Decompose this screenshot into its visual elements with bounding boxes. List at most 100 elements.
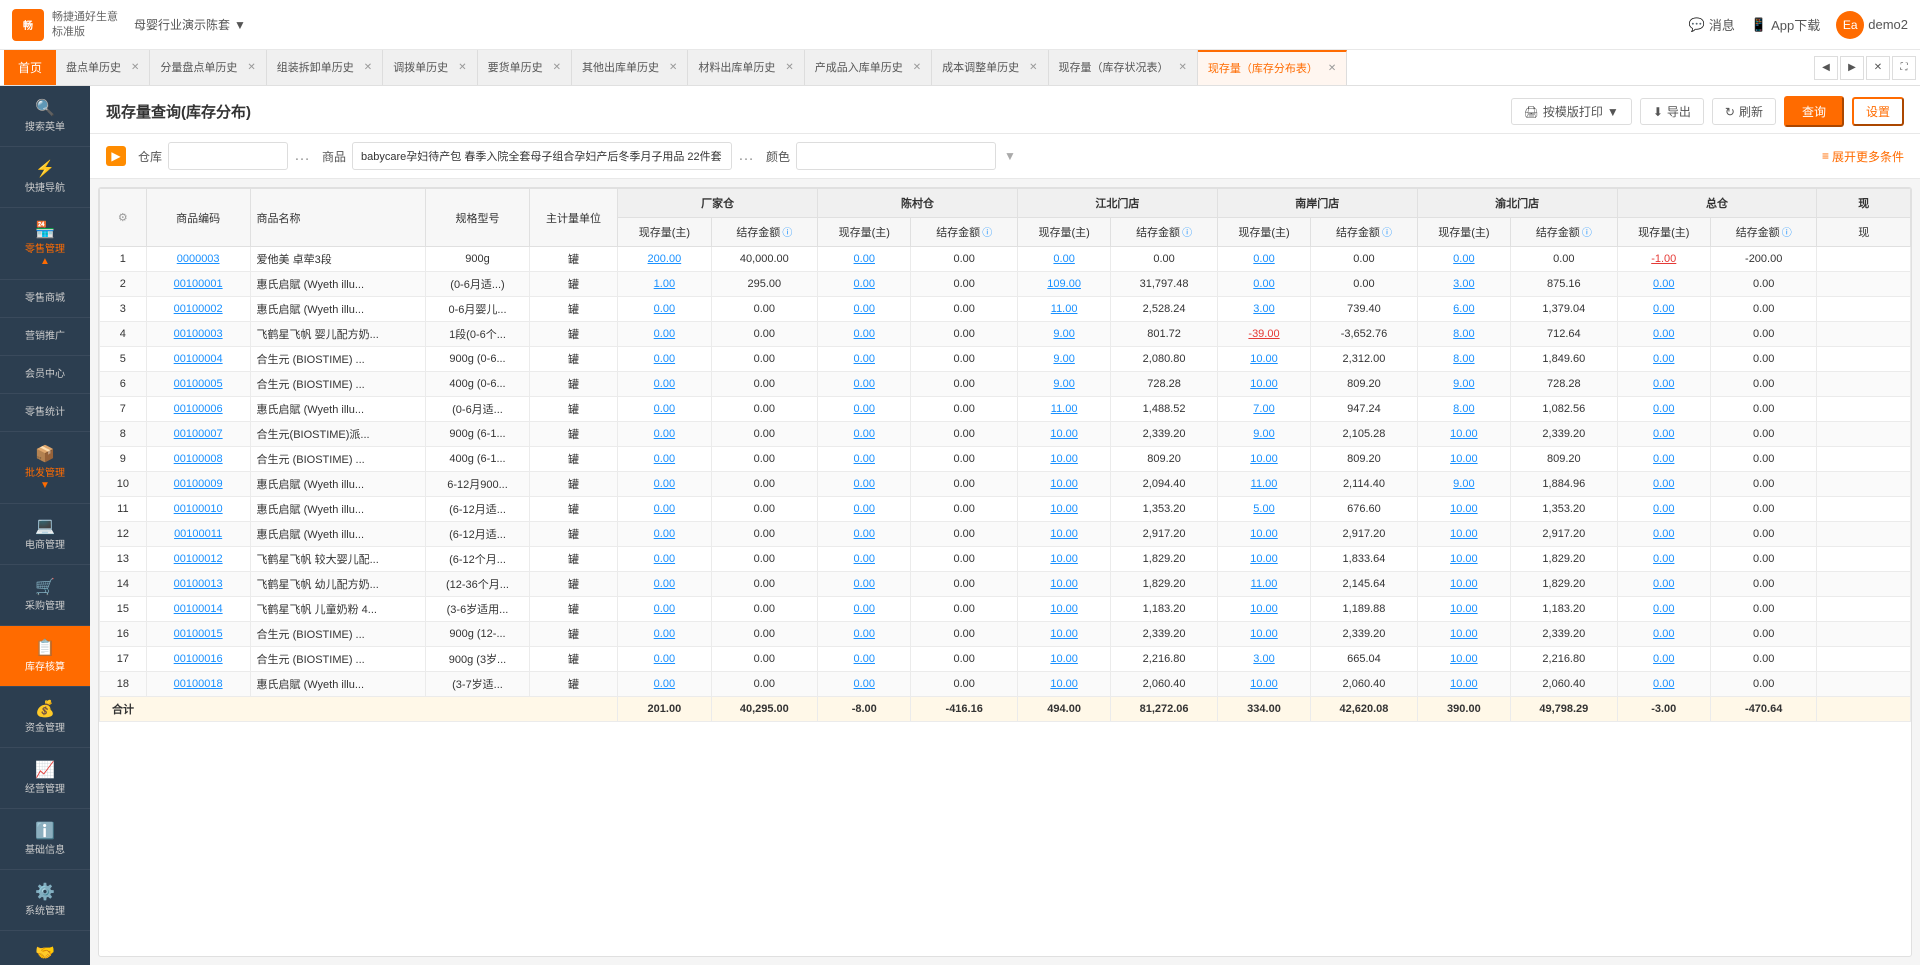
code-link[interactable]: 00100004 — [174, 353, 223, 365]
print-btn[interactable]: 🖨 按模版打印 ▼ — [1511, 98, 1632, 125]
sidebar-item-purchase[interactable]: 🛒 采购管理 — [0, 565, 90, 626]
cj-qty-link[interactable]: 0.00 — [654, 378, 675, 390]
yb-qty-link[interactable]: 8.00 — [1453, 353, 1474, 365]
tab-prev-btn[interactable]: ◀ — [1814, 56, 1838, 80]
zc-qty-link[interactable]: 0.00 — [1653, 403, 1674, 415]
jb-qty-link[interactable]: 109.00 — [1047, 278, 1081, 290]
tab-yhd[interactable]: 要货单历史✕ — [478, 50, 572, 86]
sidebar-item-retail-mall[interactable]: 零售商城 — [0, 280, 90, 318]
info-icon[interactable]: ⓘ — [982, 228, 992, 239]
code-link[interactable]: 00100015 — [174, 628, 223, 640]
code-link[interactable]: 00100014 — [174, 603, 223, 615]
code-link[interactable]: 00100009 — [174, 478, 223, 490]
code-link[interactable]: 00100010 — [174, 503, 223, 515]
tab-close-icon[interactable]: ✕ — [1179, 50, 1187, 86]
code-link[interactable]: 00100008 — [174, 453, 223, 465]
sidebar-item-inventory[interactable]: 📋 库存核算 — [0, 626, 90, 687]
yb-qty-link[interactable]: 6.00 — [1453, 303, 1474, 315]
na-qty-link[interactable]: 0.00 — [1253, 253, 1274, 265]
sidebar-item-system[interactable]: ⚙️ 系统管理 — [0, 870, 90, 931]
sidebar-item-nav[interactable]: ⚡ 快捷导航 — [0, 147, 90, 208]
jb-qty-link[interactable]: 9.00 — [1053, 328, 1074, 340]
jb-qty-link[interactable]: 10.00 — [1050, 653, 1078, 665]
zc-qty-link[interactable]: 0.00 — [1653, 378, 1674, 390]
tab-ccrk[interactable]: 产成品入库单历史✕ — [805, 50, 932, 86]
cc-qty-link[interactable]: 0.00 — [854, 678, 875, 690]
code-link[interactable]: 00100005 — [174, 378, 223, 390]
zc-qty-link[interactable]: 0.00 — [1653, 528, 1674, 540]
na-qty-link[interactable]: 3.00 — [1253, 303, 1274, 315]
na-qty-link[interactable]: 0.00 — [1253, 278, 1274, 290]
info-icon[interactable]: ⓘ — [1582, 228, 1592, 239]
na-qty-link[interactable]: 11.00 — [1251, 578, 1278, 590]
goods-ellipsis[interactable]: … — [738, 147, 754, 165]
jb-qty-link[interactable]: 11.00 — [1051, 303, 1078, 315]
code-link[interactable]: 00100018 — [174, 678, 223, 690]
zc-qty-link[interactable]: 0.00 — [1653, 303, 1674, 315]
tab-close-all-btn[interactable]: ✕ — [1866, 56, 1890, 80]
cc-qty-link[interactable]: 0.00 — [854, 453, 875, 465]
jb-qty-link[interactable]: 0.00 — [1053, 253, 1074, 265]
zc-qty-link[interactable]: 0.00 — [1653, 453, 1674, 465]
yb-qty-link[interactable]: 10.00 — [1450, 503, 1478, 515]
export-btn[interactable]: ⬇ 导出 — [1640, 98, 1704, 125]
gear-icon[interactable]: ⚙ — [118, 212, 128, 224]
yb-qty-link[interactable]: 10.00 — [1450, 428, 1478, 440]
zc-qty-link[interactable]: 0.00 — [1653, 428, 1674, 440]
cc-qty-link[interactable]: 0.00 — [854, 353, 875, 365]
cc-qty-link[interactable]: 0.00 — [854, 628, 875, 640]
settings-btn[interactable]: 设置 — [1852, 97, 1904, 126]
tab-close-icon[interactable]: ✕ — [913, 50, 921, 86]
sidebar-item-basic-info[interactable]: ℹ️ 基础信息 — [0, 809, 90, 870]
na-qty-link[interactable]: 7.00 — [1253, 403, 1274, 415]
cj-qty-link[interactable]: 0.00 — [654, 678, 675, 690]
yb-qty-link[interactable]: 10.00 — [1450, 653, 1478, 665]
code-link[interactable]: 00100002 — [174, 303, 223, 315]
cc-qty-link[interactable]: 0.00 — [854, 303, 875, 315]
zc-qty-link[interactable]: 0.00 — [1653, 603, 1674, 615]
na-qty-link[interactable]: 10.00 — [1250, 378, 1278, 390]
tab-close-icon[interactable]: ✕ — [1328, 51, 1336, 87]
message-btn[interactable]: 💬 消息 — [1689, 15, 1735, 34]
filter-toggle-btn[interactable]: ▶ — [106, 146, 126, 166]
cj-qty-link[interactable]: 0.00 — [654, 628, 675, 640]
zc-qty-link[interactable]: 0.00 — [1653, 578, 1674, 590]
yb-qty-link[interactable]: 0.00 — [1453, 253, 1474, 265]
na-qty-link[interactable]: 10.00 — [1250, 678, 1278, 690]
cc-qty-link[interactable]: 0.00 — [854, 253, 875, 265]
expand-more-btn[interactable]: ≡ 展开更多条件 — [1822, 148, 1904, 165]
cc-qty-link[interactable]: 0.00 — [854, 478, 875, 490]
tab-close-icon[interactable]: ✕ — [131, 50, 139, 86]
cc-qty-link[interactable]: 0.00 — [854, 428, 875, 440]
tab-qtck[interactable]: 其他出库单历史✕ — [572, 50, 688, 86]
info-icon[interactable]: ⓘ — [1782, 228, 1792, 239]
cc-qty-link[interactable]: 0.00 — [854, 553, 875, 565]
yb-qty-link[interactable]: 9.00 — [1453, 478, 1474, 490]
cj-qty-link[interactable]: 0.00 — [654, 503, 675, 515]
code-link[interactable]: 00100013 — [174, 578, 223, 590]
warehouse-ellipsis[interactable]: … — [294, 147, 310, 165]
na-qty-link[interactable]: 10.00 — [1250, 453, 1278, 465]
na-qty-link[interactable]: 3.00 — [1253, 653, 1274, 665]
tab-cbtz[interactable]: 成本调整单历史✕ — [932, 50, 1048, 86]
sidebar-item-retail-stats[interactable]: 零售统计 — [0, 394, 90, 432]
jb-qty-link[interactable]: 10.00 — [1050, 528, 1078, 540]
tab-close-icon[interactable]: ✕ — [364, 50, 372, 86]
sidebar-item-search[interactable]: 🔍 搜索英单 — [0, 86, 90, 147]
na-qty-link[interactable]: 10.00 — [1250, 553, 1278, 565]
na-qty-link[interactable]: 5.00 — [1253, 503, 1274, 515]
cj-qty-link[interactable]: 1.00 — [654, 278, 675, 290]
cj-qty-link[interactable]: 200.00 — [648, 253, 682, 265]
refresh-btn[interactable]: ↻ 刷新 — [1712, 98, 1776, 125]
tab-close-icon[interactable]: ✕ — [669, 50, 677, 86]
na-qty-link[interactable]: 9.00 — [1253, 428, 1274, 440]
cj-qty-link[interactable]: 0.00 — [654, 328, 675, 340]
info-icon[interactable]: ⓘ — [1182, 228, 1192, 239]
app-download-btn[interactable]: 📱 App下载 — [1751, 15, 1820, 34]
tab-next-btn[interactable]: ▶ — [1840, 56, 1864, 80]
jb-qty-link[interactable]: 10.00 — [1050, 603, 1078, 615]
jb-qty-link[interactable]: 10.00 — [1050, 453, 1078, 465]
industry-selector[interactable]: 母婴行业演示陈套 ▼ — [134, 16, 246, 33]
tab-close-icon[interactable]: ✕ — [458, 50, 466, 86]
yb-qty-link[interactable]: 10.00 — [1450, 578, 1478, 590]
